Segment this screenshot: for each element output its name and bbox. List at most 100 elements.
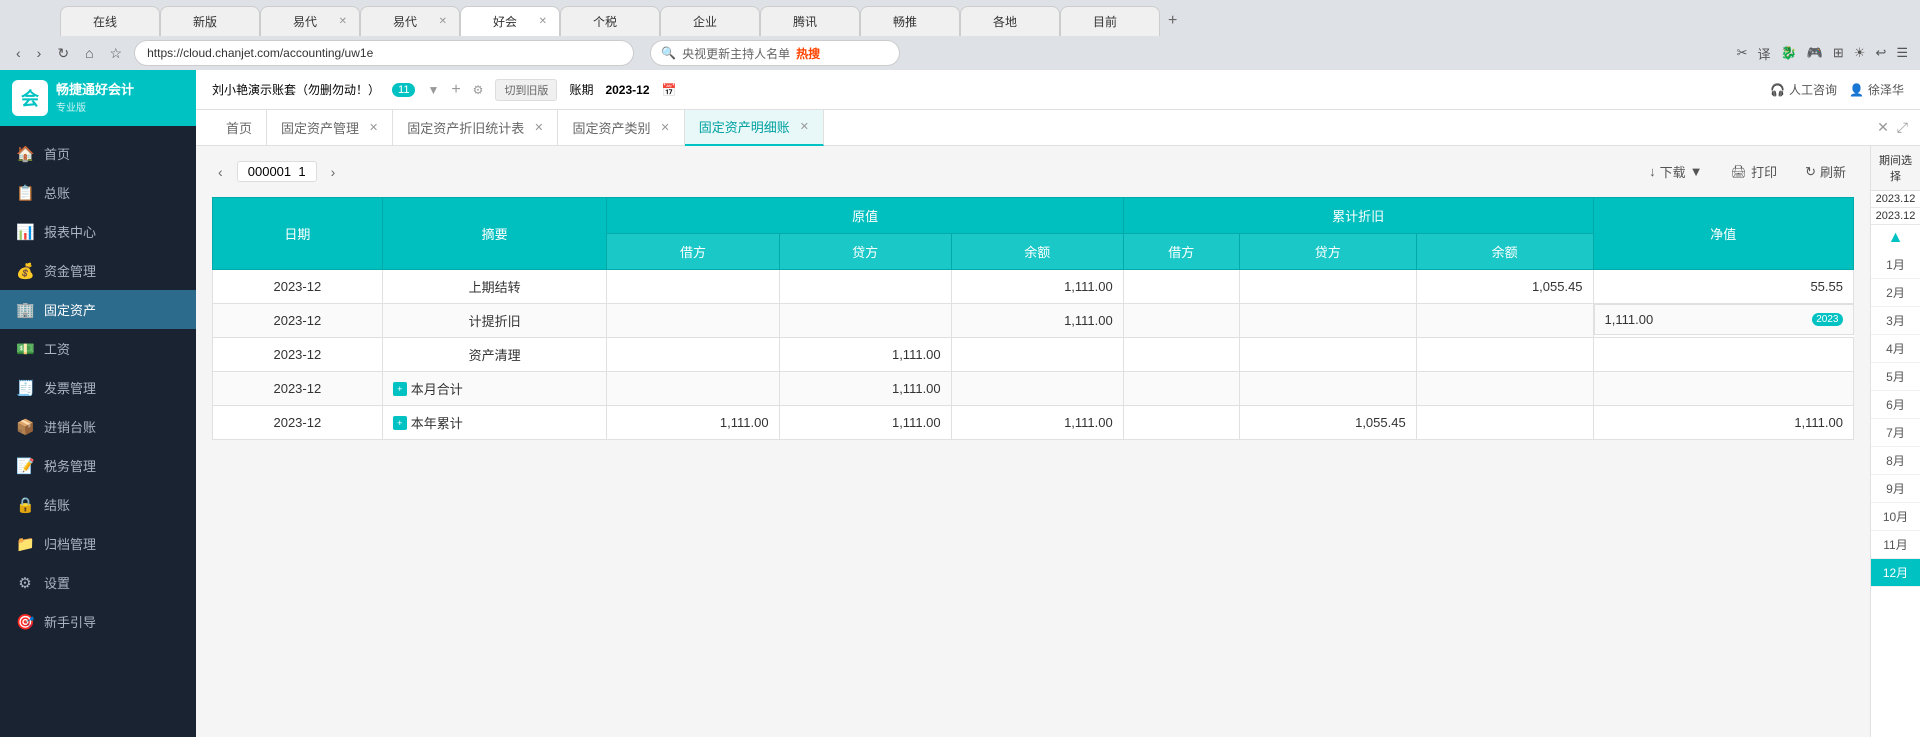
browser-tab-tax[interactable]: 个税 <box>560 6 660 36</box>
browser-tab-corp[interactable]: 企业 <box>660 6 760 36</box>
browser-tab-new[interactable]: 新版 <box>160 6 260 36</box>
tab-close-asset-category[interactable]: ✕ <box>661 121 670 134</box>
browser-tab-yidai2[interactable]: 易代 ✕ <box>360 6 460 36</box>
sun-icon[interactable]: ☀ <box>1854 45 1866 61</box>
selected-date-1: 2023.12 <box>1876 193 1916 205</box>
th-orig-debit: 借方 <box>607 234 779 270</box>
bookmark-button[interactable]: ☆ <box>106 43 127 64</box>
month-9[interactable]: 9月 <box>1871 475 1920 503</box>
next-page-button[interactable]: › <box>325 162 342 182</box>
print-button[interactable]: 🖨 打印 <box>1723 158 1786 185</box>
tab-asset-category[interactable]: 固定资产类别 ✕ <box>558 110 684 146</box>
sidebar-item-general-ledger[interactable]: 📋 总账 <box>0 173 196 212</box>
sidebar-item-fund[interactable]: 💰 资金管理 <box>0 251 196 290</box>
sidebar-item-reports[interactable]: 📊 报表中心 <box>0 212 196 251</box>
month-4[interactable]: 4月 <box>1871 335 1920 363</box>
print-icon: 🖨 <box>1731 164 1748 180</box>
address-bar[interactable]: https://cloud.chanjet.com/accounting/uw1… <box>134 40 634 66</box>
refresh-button[interactable]: ↻ <box>53 43 73 64</box>
tab-home[interactable]: 首页 <box>212 110 267 146</box>
tab-close-yidai1[interactable]: ✕ <box>339 16 347 27</box>
human-service-button[interactable]: 🎧 人工咨询 <box>1770 81 1837 98</box>
scroll-up-button[interactable]: ▲ <box>1871 225 1920 251</box>
grid-icon[interactable]: ⊞ <box>1833 45 1844 61</box>
translate-icon[interactable]: 译 <box>1757 44 1770 63</box>
tab-close-haohui[interactable]: ✕ <box>539 16 547 27</box>
menu-icon[interactable]: ☰ <box>1896 45 1908 61</box>
right-sidebar: 期间选择 2023.12 2023.12 ▲ 1月 2月 3月 4月 5月 6月… <box>1870 146 1920 737</box>
calendar-icon[interactable]: 📅 <box>662 83 677 97</box>
row3-orig-credit: 1,111.00 <box>779 338 951 372</box>
download-button[interactable]: ↓ 下载 ▼ <box>1641 158 1710 185</box>
table-row: 2023-12 + 本月合计 1,111.00 <box>213 372 1854 406</box>
browser-tab-tencent[interactable]: 腾讯 <box>760 6 860 36</box>
user-profile-button[interactable]: 👤 徐泽华 <box>1849 81 1904 98</box>
tab-close-fixed-asset-mgmt[interactable]: ✕ <box>369 121 378 134</box>
browser-tab-gedi[interactable]: 各地 <box>960 6 1060 36</box>
scissors-icon[interactable]: ✂ <box>1737 45 1748 61</box>
prev-page-button[interactable]: ‹ <box>212 162 229 182</box>
month-7[interactable]: 7月 <box>1871 419 1920 447</box>
page-number-input[interactable] <box>237 161 317 182</box>
home-button[interactable]: ⌂ <box>81 43 97 63</box>
month-3[interactable]: 3月 <box>1871 307 1920 335</box>
sidebar-item-tax[interactable]: 📝 税务管理 <box>0 446 196 485</box>
row4-icon: + <box>393 382 407 396</box>
tab-close-depreciation-stats[interactable]: ✕ <box>534 121 543 134</box>
row5-orig-credit: 1,111.00 <box>779 406 951 440</box>
maximize-button[interactable]: ⤢ <box>1897 119 1908 136</box>
month-6[interactable]: 6月 <box>1871 391 1920 419</box>
fixed-assets-nav-icon: 🏢 <box>16 301 34 319</box>
hot-search-label: 热搜 <box>796 45 820 62</box>
refresh-data-button[interactable]: ↻ 刷新 <box>1797 158 1854 185</box>
sidebar-item-payroll[interactable]: 💵 工资 <box>0 329 196 368</box>
row4-summary: + 本月合计 <box>382 372 607 406</box>
browser-tab-online[interactable]: 在线 <box>60 6 160 36</box>
month-11[interactable]: 11月 <box>1871 531 1920 559</box>
extension-icon[interactable]: 🐉 <box>1781 45 1797 61</box>
sidebar-logo: 会 畅捷通好会计 专业版 <box>0 70 196 126</box>
row2-orig-credit <box>779 304 951 338</box>
browser-tab-chang[interactable]: 畅推 <box>860 6 960 36</box>
search-box[interactable]: 🔍 央视更新主持人名单 热搜 <box>650 40 900 66</box>
settings-icon[interactable]: ⚙ <box>473 83 484 97</box>
sidebar-item-settings[interactable]: ⚙ 设置 <box>0 563 196 602</box>
browser-tab-yidai1[interactable]: 易代 ✕ <box>260 6 360 36</box>
back-button[interactable]: ‹ <box>12 43 25 63</box>
tab-close-yidai2[interactable]: ✕ <box>439 16 447 27</box>
tab-fixed-asset-mgmt[interactable]: 固定资产管理 ✕ <box>267 110 393 146</box>
add-account-button[interactable]: + <box>451 81 460 99</box>
sidebar-item-archive[interactable]: 📁 归档管理 <box>0 524 196 563</box>
expand-icon[interactable]: ▼ <box>427 83 439 97</box>
tab-close-asset-ledger[interactable]: ✕ <box>800 120 809 133</box>
ledger-nav-icon: 📋 <box>16 184 34 202</box>
sidebar-item-closing[interactable]: 🔒 结账 <box>0 485 196 524</box>
undo-icon[interactable]: ↩ <box>1875 45 1886 61</box>
tab-depreciation-stats[interactable]: 固定资产折旧统计表 ✕ <box>393 110 558 146</box>
sidebar-item-home[interactable]: 🏠 首页 <box>0 134 196 173</box>
close-all-tabs-button[interactable]: ✕ <box>1877 119 1889 136</box>
row4-accum-debit <box>1123 372 1239 406</box>
month-5[interactable]: 5月 <box>1871 363 1920 391</box>
month-8[interactable]: 8月 <box>1871 447 1920 475</box>
month-12[interactable]: 12月 <box>1871 559 1920 587</box>
month-10[interactable]: 10月 <box>1871 503 1920 531</box>
browser-tab-mq[interactable]: 目前 <box>1060 6 1160 36</box>
sidebar-item-purchase-sales[interactable]: 📦 进销台账 <box>0 407 196 446</box>
month-1[interactable]: 1月 <box>1871 251 1920 279</box>
sidebar-item-guide[interactable]: 🎯 新手引导 <box>0 602 196 641</box>
row2-orig-balance: 1,111.00 <box>951 304 1123 338</box>
tab-icon-online <box>73 15 87 29</box>
search-icon: 🔍 <box>661 46 676 60</box>
table-row: 2023-12 计提折旧 1,111.00 1,111.00 2023 <box>213 304 1854 338</box>
switch-version-button[interactable]: 切到旧版 <box>495 79 557 101</box>
browser-tab-haohui[interactable]: 好会 ✕ <box>460 6 560 36</box>
tab-asset-ledger[interactable]: 固定资产明细账 ✕ <box>685 110 824 146</box>
sidebar-item-fixed-assets[interactable]: 🏢 固定资产 <box>0 290 196 329</box>
month-2[interactable]: 2月 <box>1871 279 1920 307</box>
forward-button[interactable]: › <box>33 43 46 63</box>
row5-date: 2023-12 <box>213 406 383 440</box>
new-tab-button[interactable]: + <box>1160 6 1185 36</box>
sidebar-item-invoice[interactable]: 🧾 发票管理 <box>0 368 196 407</box>
gamepad-icon[interactable]: 🎮 <box>1807 45 1823 61</box>
